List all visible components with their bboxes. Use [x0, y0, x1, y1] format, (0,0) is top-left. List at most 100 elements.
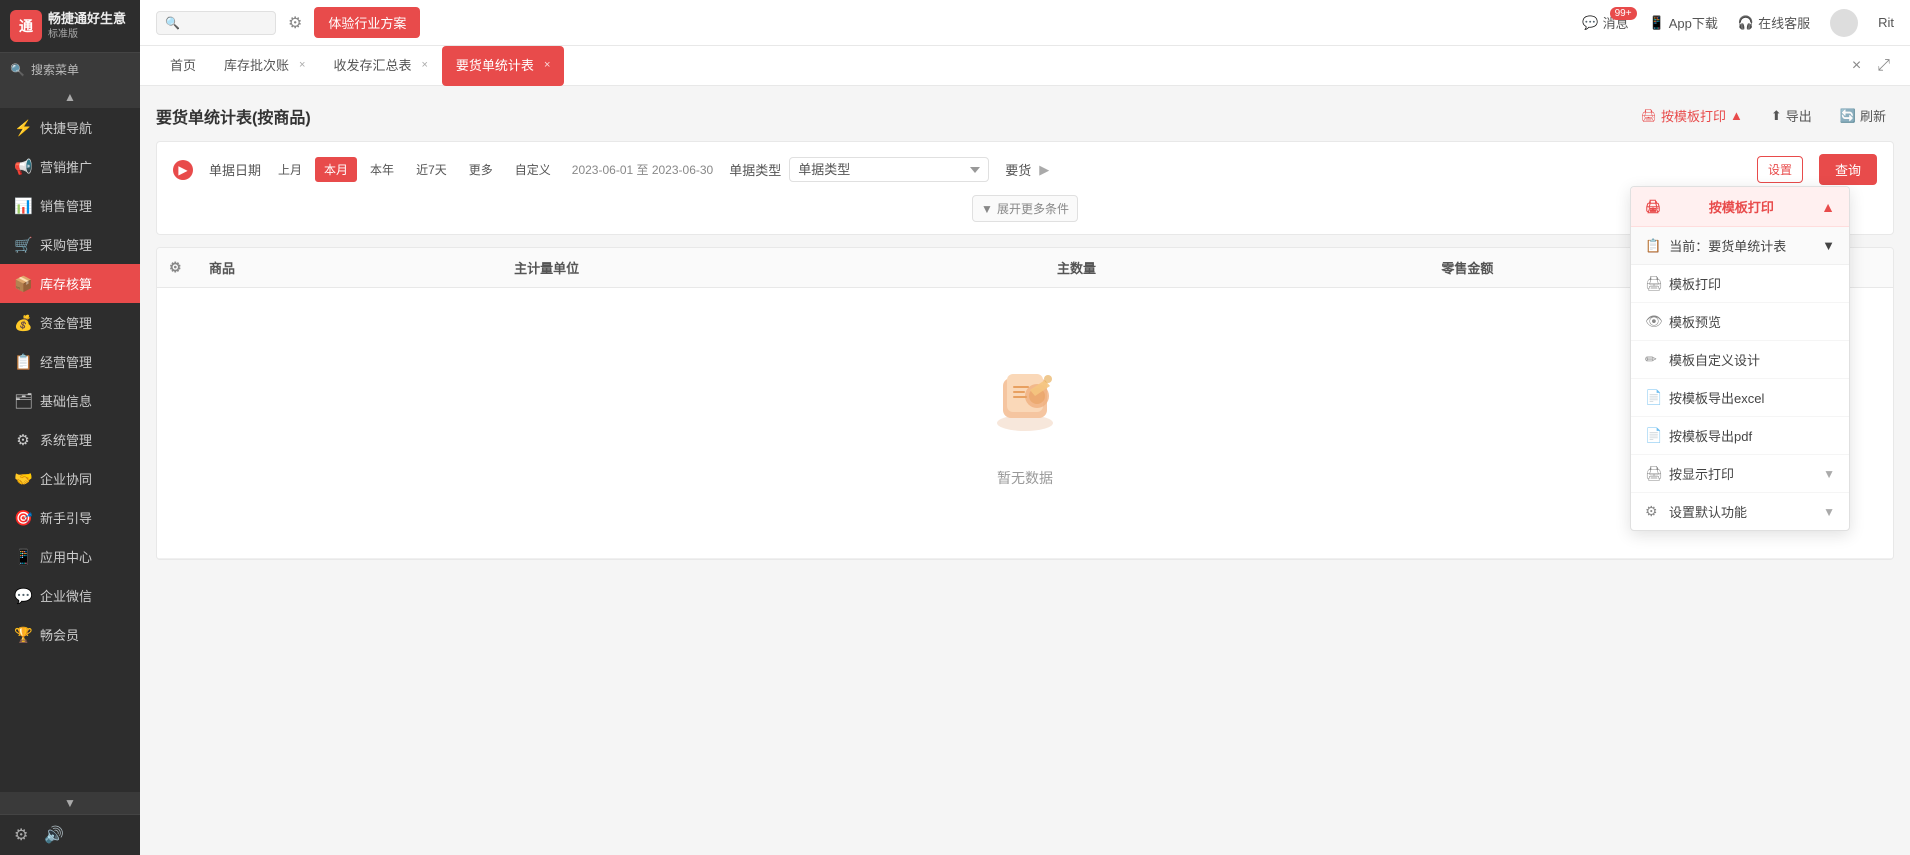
dropdown-item-display-print[interactable]: 🖨 按显示打印 ▼ [1631, 455, 1849, 493]
search-icon: 🔍 [10, 63, 25, 77]
require-goods-filter: 要货 ▶ [1005, 160, 1049, 179]
message-btn[interactable]: 💬 消息 99+ [1582, 13, 1628, 32]
tab-order-stats[interactable]: 要货单统计表 × [442, 46, 564, 86]
export-btn[interactable]: ⬆ 导出 [1763, 102, 1820, 129]
tab-order-stats-close[interactable]: × [544, 59, 550, 71]
table-col-qty: 主数量 [1045, 248, 1429, 288]
template-design-label: 模板自定义设计 [1669, 350, 1760, 369]
topbar: 🔍 ⚙ 体验行业方案 💬 消息 99+ 📱 App下载 🎧 在线客服 Rit [140, 0, 1910, 46]
experience-btn[interactable]: 体验行业方案 [314, 7, 420, 38]
dropdown-item-template-design[interactable]: ✏ 模板自定义设计 [1631, 341, 1849, 379]
template-print-label: 模板打印 [1669, 274, 1721, 293]
user-name[interactable]: Rit [1878, 15, 1894, 30]
scroll-up-btn[interactable]: ▲ [0, 86, 140, 108]
dropdown-item-template-preview[interactable]: 👁 模板预览 [1631, 303, 1849, 341]
sidebar-item-label: 企业协同 [40, 469, 92, 488]
dropdown-title: 按模板打印 [1709, 197, 1774, 216]
dropdown-item-template-print[interactable]: 🖨 模板打印 [1631, 265, 1849, 303]
sidebar-item-sales[interactable]: 📊 销售管理 [0, 186, 140, 225]
sidebar-item-operation[interactable]: 📋 经营管理 [0, 342, 140, 381]
sidebar-item-collab[interactable]: 🤝 企业协同 [0, 459, 140, 498]
column-settings-icon[interactable]: ⚙ [169, 259, 182, 275]
sidebar-settings-icon[interactable]: ⚙ [14, 825, 28, 845]
sidebar-search[interactable]: 🔍 搜索菜单 [0, 53, 140, 86]
tab-batch[interactable]: 库存批次账 × [210, 46, 319, 86]
empty-text: 暂无数据 [997, 468, 1053, 488]
logo-icon: 通 [10, 10, 42, 42]
topbar-gear-icon[interactable]: ⚙ [288, 13, 302, 33]
window-close-btn[interactable]: × [1848, 53, 1865, 79]
date-picker-group: 上月 本月 本年 近7天 更多 自定义 [269, 157, 560, 182]
date-range-text: 2023-06-01 至 2023-06-30 [572, 161, 713, 178]
sidebar-item-guide[interactable]: 🎯 新手引导 [0, 498, 140, 537]
date-current-month[interactable]: 本月 [315, 157, 357, 182]
sidebar-sound-icon[interactable]: 🔊 [44, 825, 64, 845]
date-last-month[interactable]: 上月 [269, 157, 311, 182]
default-func-label: 设置默认功能 [1669, 502, 1747, 521]
sidebar-item-shortcut[interactable]: ⚡ 快捷导航 [0, 108, 140, 147]
date-current-year[interactable]: 本年 [361, 157, 403, 182]
sidebar-item-finance[interactable]: 💰 资金管理 [0, 303, 140, 342]
sidebar-search-label: 搜索菜单 [31, 61, 79, 78]
date-custom[interactable]: 自定义 [506, 157, 560, 182]
user-avatar[interactable] [1830, 9, 1858, 37]
sidebar-item-inventory[interactable]: 📦 库存核算 [0, 264, 140, 303]
export-excel-icon: 📄 [1645, 389, 1661, 406]
sidebar-item-basic[interactable]: 🗂 基础信息 [0, 381, 140, 420]
tab-batch-close[interactable]: × [299, 59, 305, 71]
default-func-icon: ⚙ [1645, 503, 1661, 520]
sidebar-item-label: 快捷导航 [40, 118, 92, 137]
tab-receivables-close[interactable]: × [421, 59, 427, 71]
sidebar-item-system[interactable]: ⚙ 系统管理 [0, 420, 140, 459]
dropdown-collapse-btn[interactable]: ▲ [1821, 199, 1835, 215]
sidebar-item-member[interactable]: 🏆 畅会员 [0, 615, 140, 654]
sidebar-item-label: 库存核算 [40, 274, 92, 293]
online-service-btn[interactable]: 🎧 在线客服 [1738, 13, 1810, 32]
print-btn-label: 按模板打印 [1661, 106, 1726, 125]
filter-expand-icon[interactable]: ▶ [173, 160, 193, 180]
template-print-icon: 🖨 [1645, 275, 1661, 292]
tab-home[interactable]: 首页 [156, 46, 210, 86]
refresh-btn-label: 刷新 [1860, 106, 1886, 125]
window-maximize-btn[interactable]: ⤢ [1873, 53, 1894, 79]
topbar-search[interactable]: 🔍 [156, 11, 276, 35]
sidebar-item-purchase[interactable]: 🛒 采购管理 [0, 225, 140, 264]
app-download-icon: 📱 [1649, 15, 1665, 31]
tab-receivables[interactable]: 收发存汇总表 × [319, 46, 441, 86]
service-icon: 🎧 [1738, 15, 1754, 31]
tab-order-stats-label: 要货单统计表 [456, 55, 534, 74]
query-btn[interactable]: 查询 [1819, 154, 1877, 185]
expand-icon: ▼ [981, 202, 993, 216]
member-icon: 🏆 [14, 626, 32, 644]
expand-conditions-btn[interactable]: ▼ 展开更多条件 [972, 195, 1078, 222]
order-type-select[interactable]: 单据类型 [789, 157, 989, 182]
print-btn[interactable]: 🖨 按模板打印 ▲ [1632, 102, 1750, 129]
sidebar-item-marketing[interactable]: 📢 营销推广 [0, 147, 140, 186]
empty-state: 暂无数据 [169, 298, 1881, 548]
tabs-actions: × ⤢ [1848, 53, 1894, 79]
sidebar-item-appstore[interactable]: 📱 应用中心 [0, 537, 140, 576]
operation-icon: 📋 [14, 353, 32, 371]
sidebar-item-wechat[interactable]: 💬 企业微信 [0, 576, 140, 615]
page-header: 要货单统计表(按商品) 🖨 按模板打印 ▲ ⬆ 导出 🔄 刷新 [156, 102, 1894, 129]
dropdown-current-label: 当前：要货单统计表 [1669, 236, 1786, 255]
dropdown-current-item[interactable]: 📋 当前：要货单统计表 ▼ [1631, 227, 1849, 265]
finance-icon: 💰 [14, 314, 32, 332]
sidebar-item-label: 基础信息 [40, 391, 92, 410]
app-download-btn[interactable]: 📱 App下载 [1649, 13, 1718, 32]
dropdown-item-export-excel[interactable]: 📄 按模板导出excel [1631, 379, 1849, 417]
date-last-7days[interactable]: 近7天 [407, 157, 456, 182]
sidebar-item-label: 经营管理 [40, 352, 92, 371]
purchase-icon: 🛒 [14, 236, 32, 254]
refresh-btn[interactable]: 🔄 刷新 [1832, 102, 1894, 129]
online-service-label: 在线客服 [1758, 13, 1810, 32]
refresh-icon: 🔄 [1840, 108, 1856, 124]
template-preview-icon: 👁 [1645, 313, 1661, 330]
date-more[interactable]: 更多 [460, 157, 502, 182]
scroll-down-btn[interactable]: ▼ [0, 792, 140, 814]
dropdown-item-export-pdf[interactable]: 📄 按模板导出pdf [1631, 417, 1849, 455]
export-icon: ⬆ [1771, 108, 1782, 124]
dropdown-item-default-func[interactable]: ⚙ 设置默认功能 ▼ [1631, 493, 1849, 530]
tab-home-label: 首页 [170, 55, 196, 74]
settings-btn[interactable]: 设置 [1757, 156, 1803, 183]
